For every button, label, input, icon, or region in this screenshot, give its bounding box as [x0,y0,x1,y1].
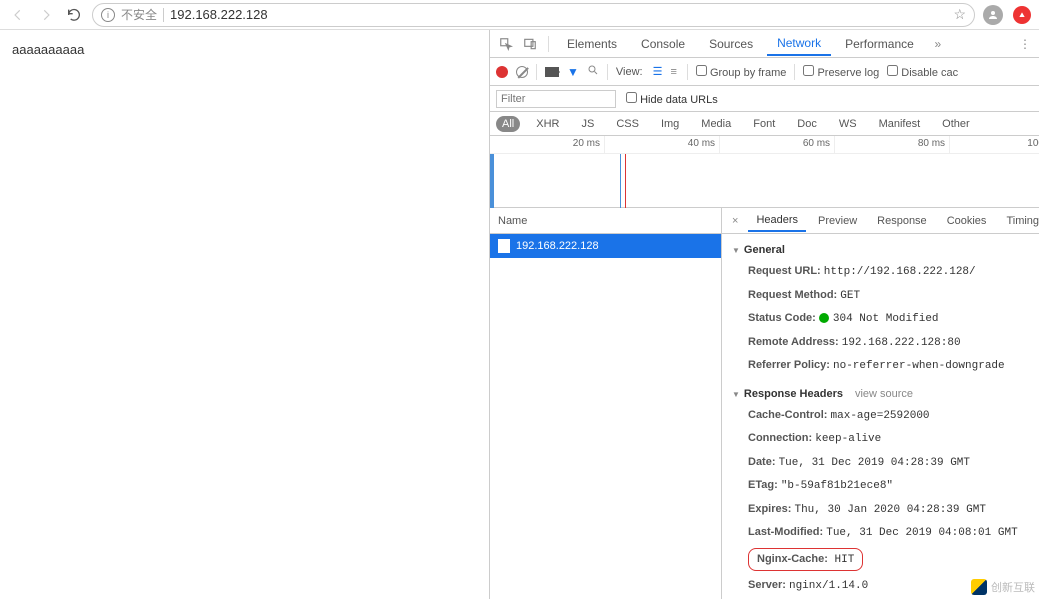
tab-sources[interactable]: Sources [699,33,763,55]
section-general[interactable]: General [722,240,1039,260]
type-css[interactable]: CSS [610,116,645,132]
more-tabs-icon[interactable]: » [930,36,946,52]
view-list-icon[interactable]: ☰ [651,63,665,80]
insecure-label: 不安全 [121,6,157,23]
timeline-tick: 20 ms [490,136,605,153]
detail-tabs: × Headers Preview Response Cookies Timin… [722,208,1039,234]
filter-toggle-icon[interactable]: ▼ [567,65,579,79]
detail-tab-cookies[interactable]: Cookies [939,211,995,231]
detail-body[interactable]: General Request URL: http://192.168.222.… [722,234,1039,599]
type-all[interactable]: All [496,116,520,132]
timeline-overview[interactable]: 20 ms 40 ms 60 ms 80 ms 100 ms [490,136,1039,208]
kv-cache-control: Cache-Control: max-age=2592000 [722,404,1039,428]
watermark: 创新互联 [971,579,1035,595]
timeline-tick: 60 ms [720,136,835,153]
kv-etag: ETag: "b-59af81b21ece8" [722,474,1039,498]
type-other[interactable]: Other [936,116,976,132]
tab-elements[interactable]: Elements [557,33,627,55]
kv-request-url: Request URL: http://192.168.222.128/ [722,260,1039,284]
type-media[interactable]: Media [695,116,737,132]
devtools-panel: Elements Console Sources Network Perform… [490,30,1039,599]
page-body-text: aaaaaaaaaa [12,42,84,57]
kv-date: Date: Tue, 31 Dec 2019 04:28:39 GMT [722,451,1039,475]
disable-cache-checkbox[interactable]: Disable cac [887,65,958,79]
group-by-frame-checkbox[interactable]: Group by frame [696,65,786,79]
reload-button[interactable] [64,5,84,25]
detail-tab-response[interactable]: Response [869,211,935,231]
filter-row: Hide data URLs [490,86,1039,112]
detail-tab-preview[interactable]: Preview [810,211,865,231]
timeline-tick: 80 ms [835,136,950,153]
kv-nginx-cache: Nginx-Cache: HIT [722,545,1039,575]
kv-status-code: Status Code: 304 Not Modified [722,307,1039,331]
bookmark-star-icon[interactable]: ☆ [953,6,966,23]
type-filter-row: All XHR JS CSS Img Media Font Doc WS Man… [490,112,1039,136]
detail-tab-headers[interactable]: Headers [748,210,806,232]
view-waterfall-icon[interactable]: ≡ [668,64,678,80]
watermark-logo-icon [971,579,987,595]
forward-button[interactable] [36,5,56,25]
search-icon[interactable] [587,64,599,79]
detail-panel: × Headers Preview Response Cookies Timin… [722,208,1039,599]
screenshot-icon[interactable] [545,67,559,77]
address-bar[interactable]: i 不安全 192.168.222.128 ☆ [92,3,975,27]
extension-icon[interactable] [1013,6,1031,24]
type-js[interactable]: JS [575,116,600,132]
detail-tab-timing[interactable]: Timing [998,211,1039,231]
timeline-domcontent-line [620,154,621,208]
network-controls: ▼ View: ☰ ≡ Group by frame Preserve log … [490,58,1039,86]
devtools-tabs: Elements Console Sources Network Perform… [490,30,1039,58]
type-img[interactable]: Img [655,116,685,132]
tab-network[interactable]: Network [767,32,831,56]
timeline-request-bar [490,154,494,208]
preserve-log-checkbox[interactable]: Preserve log [803,65,879,79]
timeline-load-line [625,154,626,208]
view-label: View: [616,66,643,78]
kv-connection: Connection: keep-alive [722,427,1039,451]
watermark-text: 创新互联 [991,579,1035,595]
kv-referrer-policy: Referrer Policy: no-referrer-when-downgr… [722,354,1039,378]
type-ws[interactable]: WS [833,116,863,132]
back-button[interactable] [8,5,28,25]
hide-data-urls-checkbox[interactable]: Hide data URLs [626,92,718,106]
inspect-icon[interactable] [498,36,514,52]
timeline-tick: 100 ms [950,136,1039,153]
tab-console[interactable]: Console [631,33,695,55]
request-list-header[interactable]: Name [490,208,721,234]
view-source-link[interactable]: view source [855,388,913,400]
document-icon [498,239,510,253]
info-icon[interactable]: i [101,8,115,22]
kv-remote-address: Remote Address: 192.168.222.128:80 [722,331,1039,355]
filter-input[interactable] [496,90,616,108]
kebab-menu-icon[interactable]: ⋮ [1017,36,1033,52]
status-dot-icon [819,313,829,323]
kv-last-modified: Last-Modified: Tue, 31 Dec 2019 04:08:01… [722,521,1039,545]
close-detail-icon[interactable]: × [726,215,744,227]
tab-performance[interactable]: Performance [835,33,924,55]
type-font[interactable]: Font [747,116,781,132]
section-response-headers[interactable]: Response Headersview source [722,384,1039,404]
type-manifest[interactable]: Manifest [873,116,927,132]
timeline-tick: 40 ms [605,136,720,153]
type-doc[interactable]: Doc [791,116,823,132]
divider [163,8,164,22]
clear-button[interactable] [516,66,528,78]
record-button[interactable] [496,66,508,78]
page-content: aaaaaaaaaa [0,30,490,599]
user-avatar-icon[interactable] [983,5,1003,25]
type-xhr[interactable]: XHR [530,116,565,132]
request-list: Name 192.168.222.128 [490,208,722,599]
browser-toolbar: i 不安全 192.168.222.128 ☆ [0,0,1039,30]
kv-expires: Expires: Thu, 30 Jan 2020 04:28:39 GMT [722,498,1039,522]
request-item-name: 192.168.222.128 [516,240,599,252]
request-item[interactable]: 192.168.222.128 [490,234,721,258]
url-text: 192.168.222.128 [170,7,268,22]
kv-request-method: Request Method: GET [722,284,1039,308]
device-toggle-icon[interactable] [522,36,538,52]
